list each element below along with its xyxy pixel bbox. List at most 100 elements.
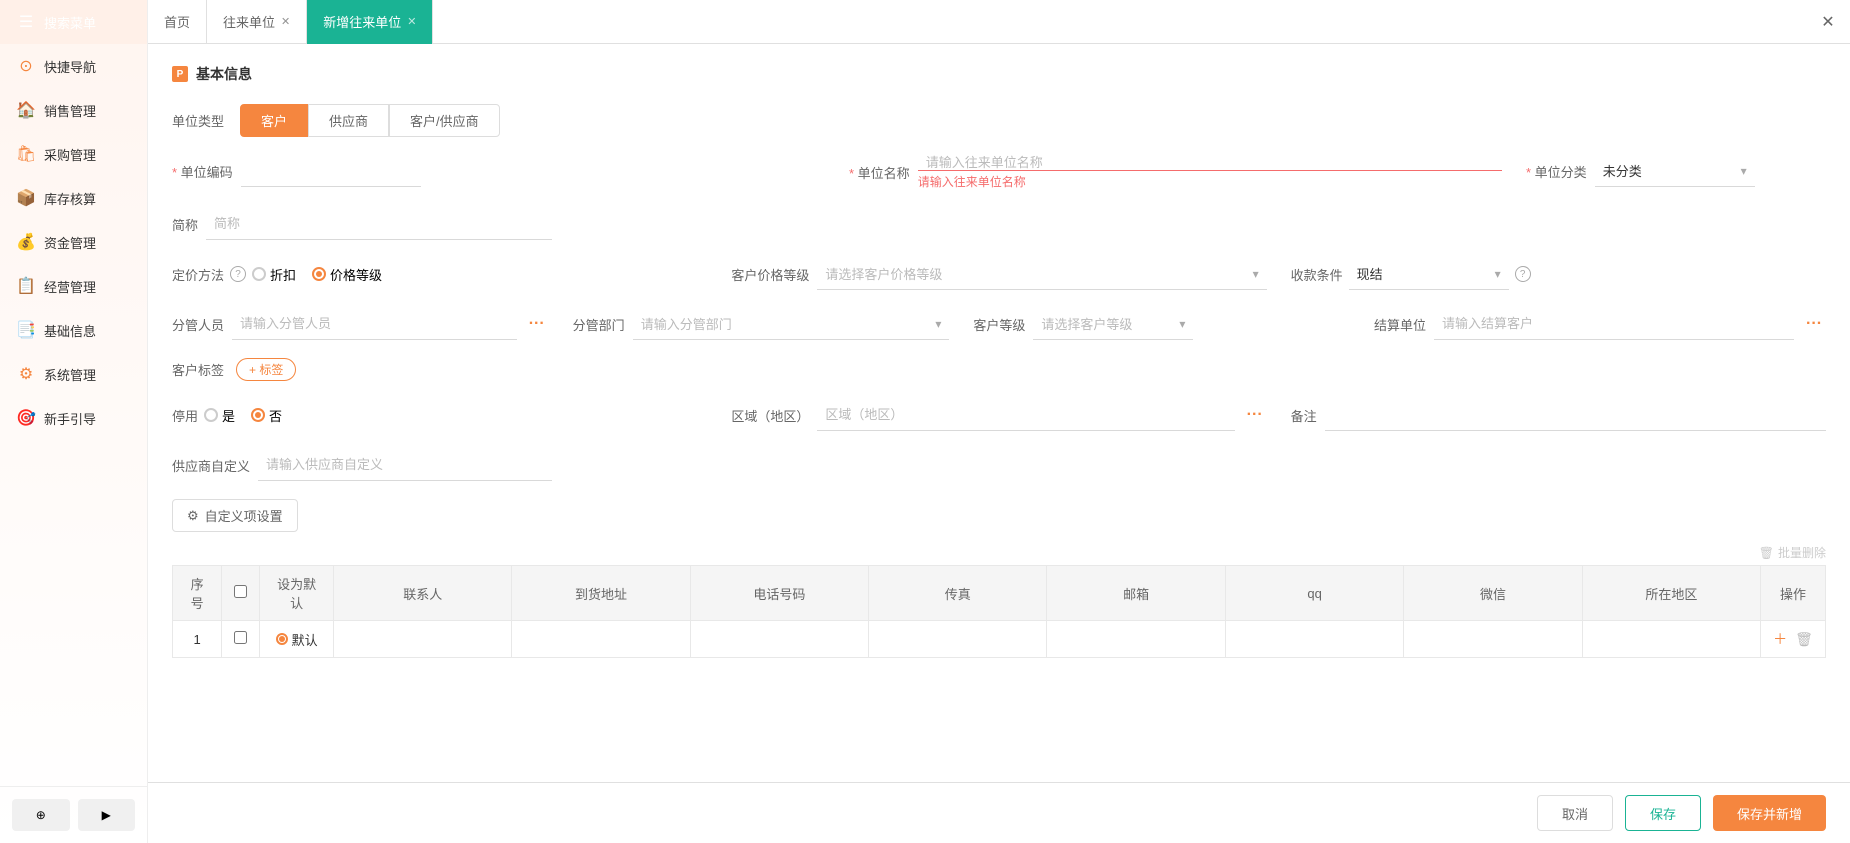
delete-row-button[interactable]: 🗑 bbox=[1795, 631, 1813, 648]
disabled-radio-no[interactable]: 否 bbox=[251, 406, 282, 425]
col-checkbox bbox=[222, 566, 260, 621]
disabled-radio-group: 是 否 bbox=[204, 406, 282, 425]
remark-field: 备注 bbox=[1291, 399, 1826, 431]
customer-level-placeholder: 请选择客户等级 bbox=[1041, 314, 1179, 333]
delete-icon: 🗑 bbox=[1759, 546, 1774, 560]
sidebar-item-label: 系统管理 bbox=[44, 365, 96, 384]
sidebar-item-guide[interactable]: 🎯 新手引导 bbox=[0, 396, 147, 440]
cancel-button[interactable]: 取消 bbox=[1537, 795, 1613, 831]
contact-input[interactable] bbox=[346, 632, 499, 647]
batch-delete-button[interactable]: 🗑 批量删除 bbox=[1759, 544, 1826, 561]
unit-type-field: 单位类型 客户 供应商 客户/供应商 bbox=[172, 104, 1826, 137]
remark-input[interactable] bbox=[1325, 399, 1826, 431]
tab-home[interactable]: 首页 bbox=[148, 0, 207, 44]
pricing-help-icon[interactable]: ? bbox=[230, 266, 246, 282]
header-checkbox[interactable] bbox=[234, 585, 247, 598]
settlement-unit-field: 结算单位 ··· bbox=[1374, 308, 1826, 340]
add-tag-button[interactable]: + 标签 bbox=[236, 358, 296, 381]
payment-terms-help-icon[interactable]: ? bbox=[1515, 266, 1531, 282]
settlement-unit-input[interactable] bbox=[1434, 308, 1794, 340]
region-label: 区域（地区） bbox=[731, 406, 809, 425]
abbreviation-input[interactable] bbox=[206, 208, 552, 240]
chevron-down-icon: ▾ bbox=[935, 317, 941, 331]
col-wechat: 微信 bbox=[1404, 566, 1582, 621]
department-select[interactable]: 请输入分管部门 ▾ bbox=[633, 308, 950, 340]
tab-home-label: 首页 bbox=[164, 12, 190, 31]
customer-price-level-field: 客户价格等级 请选择客户价格等级 ▾ bbox=[731, 258, 1266, 290]
batch-delete-label: 批量删除 bbox=[1778, 544, 1826, 561]
customer-price-level-select[interactable]: 请选择客户价格等级 ▾ bbox=[817, 258, 1266, 290]
payment-terms-value: 现结 bbox=[1357, 264, 1495, 283]
sidebar-bottom-btn-right[interactable]: ▶ bbox=[78, 799, 136, 831]
custom-settings-label: 自定义项设置 bbox=[205, 506, 283, 525]
type-btn-both[interactable]: 客户/供应商 bbox=[389, 104, 500, 137]
tab-new-partner[interactable]: 新增往来单位 ✕ bbox=[307, 0, 433, 44]
region-more-btn[interactable]: ··· bbox=[1243, 406, 1267, 424]
sidebar-item-inventory[interactable]: 📦 库存核算 bbox=[0, 176, 147, 220]
tab-partners-close[interactable]: ✕ bbox=[281, 15, 290, 28]
customer-level-field: 客户等级 请选择客户等级 ▾ bbox=[973, 308, 1350, 340]
unit-name-input[interactable] bbox=[918, 155, 1502, 171]
cell-phone[interactable] bbox=[690, 621, 868, 658]
basic-info-icon: 📑 bbox=[16, 320, 36, 340]
supplier-custom-input[interactable] bbox=[258, 449, 552, 481]
unit-category-select[interactable]: 未分类 ▾ bbox=[1595, 155, 1755, 187]
sidebar-item-label: 新手引导 bbox=[44, 409, 96, 428]
default-radio-circle[interactable] bbox=[276, 633, 288, 645]
sidebar-bottom-btn-left[interactable]: ⊕ bbox=[12, 799, 70, 831]
cell-wechat[interactable] bbox=[1404, 621, 1582, 658]
cell-contact[interactable] bbox=[334, 621, 512, 658]
phone-input[interactable] bbox=[703, 632, 856, 647]
settlement-more-btn[interactable]: ··· bbox=[1802, 315, 1826, 333]
cell-region[interactable] bbox=[1582, 621, 1760, 658]
abbreviation-field: 简称 bbox=[172, 208, 552, 240]
wechat-input[interactable] bbox=[1416, 632, 1569, 647]
window-close-button[interactable]: ✕ bbox=[1806, 0, 1850, 44]
cell-email[interactable] bbox=[1047, 621, 1225, 658]
region-table-input[interactable] bbox=[1595, 632, 1748, 647]
unit-code-label: 单位编码 bbox=[172, 162, 233, 181]
pricing-radio-price-level[interactable]: 价格等级 bbox=[312, 265, 382, 284]
unit-code-row: 单位编码 000009 单位名称 请输入往来单位名称 单位分类 未分类 ▾ bbox=[172, 155, 1826, 190]
disabled-radio-yes[interactable]: 是 bbox=[204, 406, 235, 425]
cell-qq[interactable] bbox=[1225, 621, 1404, 658]
payment-terms-select[interactable]: 现结 ▾ bbox=[1349, 258, 1509, 290]
sidebar-item-operations[interactable]: 📋 经营管理 bbox=[0, 264, 147, 308]
sidebar-bottom: ⊕ ▶ bbox=[0, 786, 147, 843]
pricing-method-field: 定价方法 ? 折扣 价格等级 bbox=[172, 265, 707, 284]
sidebar-item-sales[interactable]: 🏠 销售管理 bbox=[0, 88, 147, 132]
qq-input[interactable] bbox=[1238, 632, 1392, 647]
sidebar-item-purchase[interactable]: 🛍 采购管理 bbox=[0, 132, 147, 176]
address-input[interactable] bbox=[524, 632, 677, 647]
email-input[interactable] bbox=[1059, 632, 1212, 647]
cell-address[interactable] bbox=[512, 621, 690, 658]
pricing-radio-group: 折扣 价格等级 bbox=[252, 265, 382, 284]
add-row-button[interactable]: ＋ bbox=[1773, 629, 1787, 649]
manager-input[interactable] bbox=[232, 308, 517, 340]
type-buttons: 客户 供应商 客户/供应商 bbox=[240, 104, 500, 137]
price-level-label: 价格等级 bbox=[330, 265, 382, 284]
customer-level-select[interactable]: 请选择客户等级 ▾ bbox=[1033, 308, 1193, 340]
disabled-label: 停用 bbox=[172, 406, 198, 425]
sidebar-item-system[interactable]: ⚙ 系统管理 bbox=[0, 352, 147, 396]
sidebar-item-finance[interactable]: 💰 资金管理 bbox=[0, 220, 147, 264]
pricing-radio-discount[interactable]: 折扣 bbox=[252, 265, 296, 284]
manager-more-btn[interactable]: ··· bbox=[525, 315, 549, 333]
tab-partners[interactable]: 往来单位 ✕ bbox=[207, 0, 307, 44]
save-new-button[interactable]: 保存并新增 bbox=[1713, 795, 1826, 831]
type-btn-supplier[interactable]: 供应商 bbox=[308, 104, 389, 137]
no-label: 否 bbox=[269, 406, 282, 425]
region-input[interactable] bbox=[817, 399, 1234, 431]
unit-code-input[interactable]: 000009 bbox=[241, 155, 421, 187]
row-checkbox[interactable] bbox=[234, 631, 247, 644]
custom-settings-button[interactable]: ⚙ 自定义项设置 bbox=[172, 499, 298, 532]
fax-input[interactable] bbox=[881, 632, 1034, 647]
sidebar-item-basic-info[interactable]: 📑 基础信息 bbox=[0, 308, 147, 352]
tab-new-partner-close[interactable]: ✕ bbox=[407, 15, 416, 28]
save-button[interactable]: 保存 bbox=[1625, 795, 1701, 831]
sidebar-item-search[interactable]: ☰ 搜索菜单 bbox=[0, 0, 147, 44]
type-btn-customer[interactable]: 客户 bbox=[240, 104, 308, 137]
sidebar-item-quick-nav[interactable]: ⊙ 快捷导航 bbox=[0, 44, 147, 88]
discount-radio-circle bbox=[252, 267, 266, 281]
cell-fax[interactable] bbox=[869, 621, 1047, 658]
